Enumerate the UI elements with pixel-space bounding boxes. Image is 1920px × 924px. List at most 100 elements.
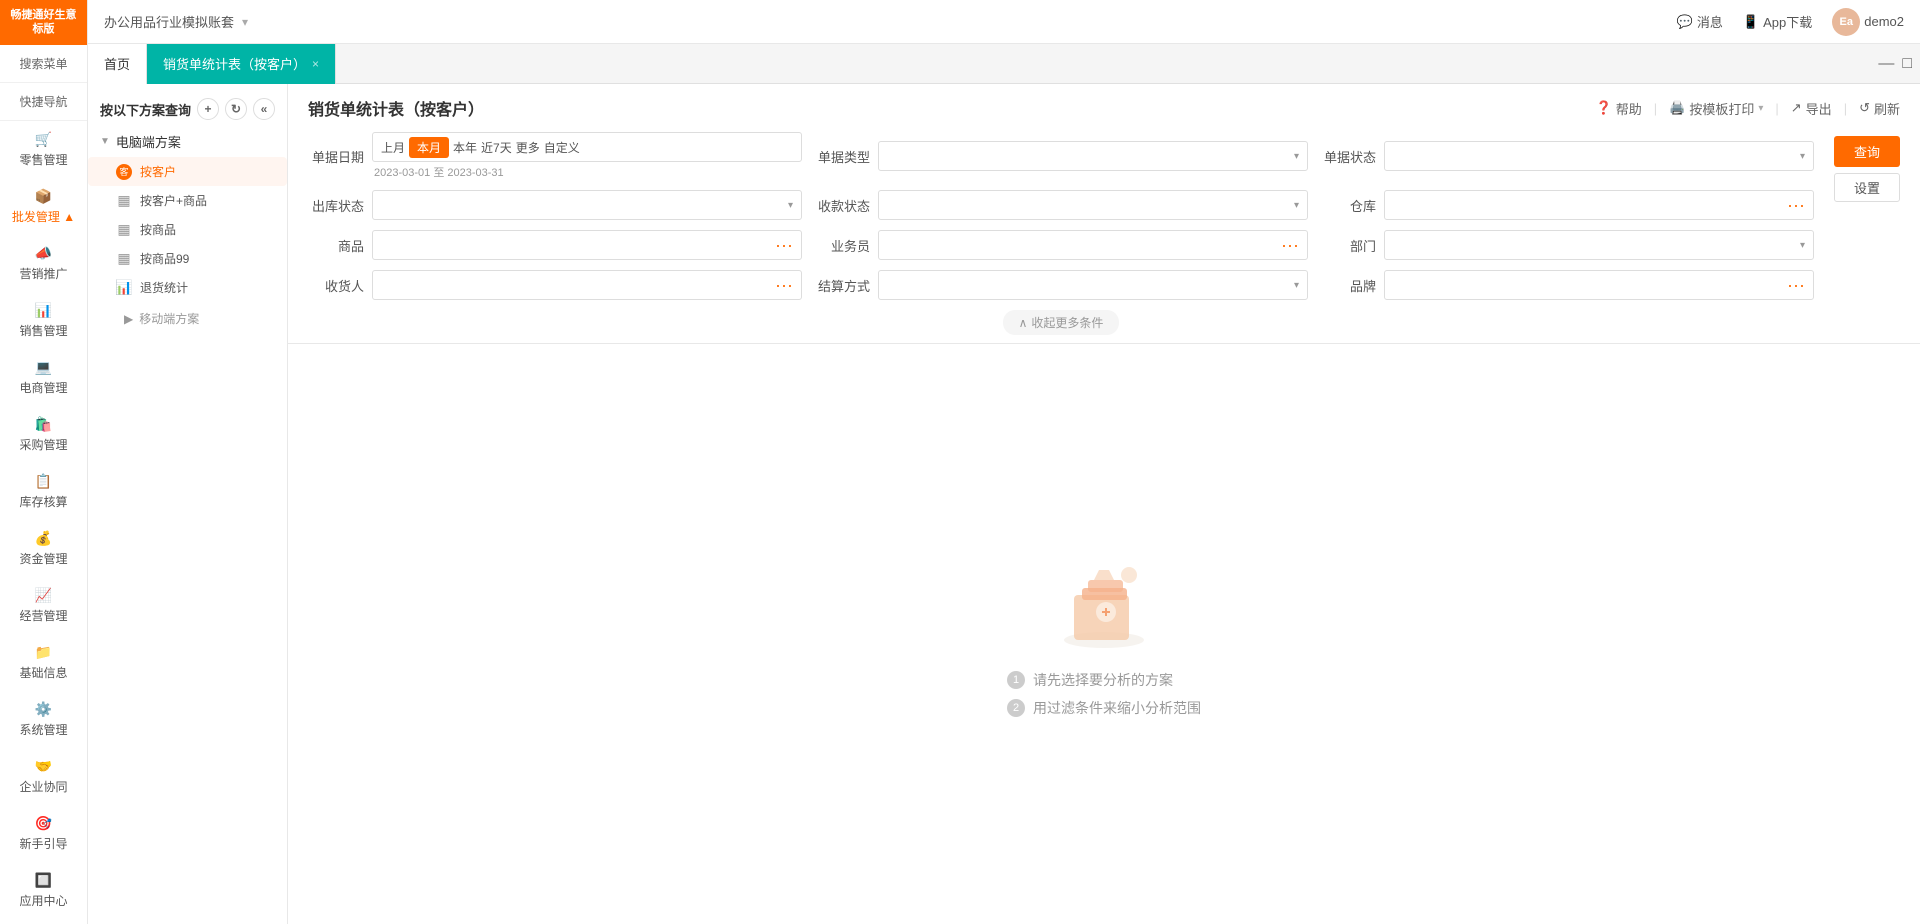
app-download-icon: 📱 xyxy=(1743,14,1759,30)
sidebar-item-operation[interactable]: 📈 经营管理 xyxy=(0,577,87,634)
brand-more-dots[interactable]: ··· xyxy=(1787,276,1805,294)
sidebar-item-wholesale[interactable]: 📦 批发管理 ▲ xyxy=(0,178,87,235)
sidebar-item-inventory[interactable]: 📋 库存核算 xyxy=(0,463,87,520)
tab-home[interactable]: 首页 xyxy=(88,44,147,84)
app-download-btn[interactable]: 📱 App下载 xyxy=(1743,12,1812,31)
scheme-collapse-btn[interactable]: « xyxy=(253,98,275,120)
salesperson-select[interactable]: ··· xyxy=(878,230,1308,260)
settlement-label: 结算方式 xyxy=(814,276,870,295)
logo-text: 畅捷通好生意 标版 xyxy=(6,8,81,37)
scheme-header: 按以下方案查询 + ↻ « xyxy=(88,92,287,126)
scheme-add-btn[interactable]: + xyxy=(197,98,219,120)
scheme-section-desktop-title[interactable]: ▼ 电脑端方案 xyxy=(88,126,287,157)
page-title-row: 销货单统计表（按客户） ❓ 帮助 | 🖨️ 按模板打印 ▾ | xyxy=(308,96,1900,120)
collapse-up-icon: ∧ xyxy=(1019,316,1028,330)
topbar-dropdown[interactable]: ▾ xyxy=(242,15,248,29)
export-btn[interactable]: ↗ 导出 xyxy=(1791,99,1832,118)
doc-status-arrow: ▾ xyxy=(1800,151,1805,162)
scheme-item-goods[interactable]: ▦ 按商品 xyxy=(88,215,287,244)
warehouse-select[interactable]: ··· xyxy=(1384,190,1814,220)
refresh-btn[interactable]: ↺ 刷新 xyxy=(1859,99,1900,118)
quick-nav[interactable]: 快捷导航 xyxy=(0,83,87,121)
recipient-select[interactable]: ··· xyxy=(372,270,802,300)
date-range-text: 2023-03-01 至 2023-03-31 xyxy=(372,164,802,180)
sidebar-item-guide[interactable]: 🎯 新手引导 xyxy=(0,805,87,862)
settlement-select[interactable]: ▾ xyxy=(878,270,1308,300)
help-btn[interactable]: ❓ 帮助 xyxy=(1596,99,1642,118)
tab-maximize-btn[interactable]: □ xyxy=(1902,55,1912,73)
doc-type-select[interactable]: ▾ xyxy=(878,141,1308,171)
date-picker[interactable]: 上月 本月 本年 近7天 更多 自定义 xyxy=(372,132,802,162)
receipt-status-select[interactable]: ▾ xyxy=(878,190,1308,220)
tab-controls: — □ xyxy=(1870,55,1920,73)
salesperson-more-dots[interactable]: ··· xyxy=(1281,236,1299,254)
filter-receipt-status: 收款状态 ▾ xyxy=(814,190,1308,220)
sidebar-item-basic[interactable]: 📁 基础信息 xyxy=(0,634,87,691)
sidebar-item-finance[interactable]: 💰 资金管理 xyxy=(0,520,87,577)
scheme-item-customer-goods[interactable]: ▦ 按客户+商品 xyxy=(88,186,287,215)
empty-hint-2: 2 用过滤条件来缩小分析范围 xyxy=(1007,698,1201,718)
message-btn[interactable]: 💬 消息 xyxy=(1677,12,1723,31)
doc-status-select[interactable]: ▾ xyxy=(1384,141,1814,171)
tab-minimize-btn[interactable]: — xyxy=(1878,55,1894,73)
date-label: 单据日期 xyxy=(308,147,364,166)
collapse-btn[interactable]: ∧ 收起更多条件 xyxy=(1003,310,1120,335)
sidebar-item-collab[interactable]: 🤝 企业协同 xyxy=(0,748,87,805)
print-dropdown-icon: ▾ xyxy=(1758,103,1763,114)
topbar-title: 办公用品行业模拟账套 xyxy=(104,12,234,31)
salesperson-label: 业务员 xyxy=(814,236,870,255)
goods-select[interactable]: ··· xyxy=(372,230,802,260)
brand-select[interactable]: ··· xyxy=(1384,270,1814,300)
receipt-status-label: 收款状态 xyxy=(814,196,870,215)
out-status-arrow: ▾ xyxy=(788,200,793,211)
sidebar-item-sales[interactable]: 📊 销售管理 xyxy=(0,292,87,349)
search-menu[interactable]: 搜索菜单 xyxy=(0,45,87,83)
ecommerce-icon: 💻 xyxy=(35,359,52,376)
filter-salesperson: 业务员 ··· xyxy=(814,230,1308,260)
out-status-select[interactable]: ▾ xyxy=(372,190,802,220)
tab-active[interactable]: 销货单统计表（按客户） × xyxy=(147,44,336,84)
sidebar-item-retail[interactable]: 🛒 零售管理 xyxy=(0,121,87,178)
sidebar-item-ecommerce[interactable]: 💻 电商管理 xyxy=(0,349,87,406)
empty-state: 1 请先选择要分析的方案 2 用过滤条件来缩小分析范围 xyxy=(288,344,1920,924)
customer-icon: 客 xyxy=(116,164,132,180)
query-btn[interactable]: 查询 xyxy=(1834,136,1900,167)
scheme-section-mobile-title[interactable]: ▶ 移动端方案 xyxy=(112,306,287,331)
filter-recipient: 收货人 ··· xyxy=(308,270,802,300)
collab-icon: 🤝 xyxy=(35,758,52,775)
scheme-item-by-customer[interactable]: 客 按客户 xyxy=(88,157,287,186)
department-arrow: ▾ xyxy=(1800,240,1805,251)
doc-type-label: 单据类型 xyxy=(814,147,870,166)
setting-btn[interactable]: 设置 xyxy=(1834,173,1900,202)
message-icon: 💬 xyxy=(1677,14,1693,30)
recipient-more-dots[interactable]: ··· xyxy=(775,276,793,294)
filter-section: 单据日期 上月 本月 本年 近7天 更多 自定义 xyxy=(308,132,1900,343)
scheme-refresh-btn[interactable]: ↻ xyxy=(225,98,247,120)
empty-illustration xyxy=(1044,550,1164,650)
logo[interactable]: 畅捷通好生意 标版 xyxy=(0,0,87,45)
marketing-icon: 📣 xyxy=(35,245,52,262)
tab-close-btn[interactable]: × xyxy=(312,57,319,71)
print-btn[interactable]: 🖨️ 按模板打印 ▾ xyxy=(1669,99,1763,118)
tabs-bar: 首页 销货单统计表（按客户） × — □ xyxy=(88,44,1920,84)
scheme-item-goods99[interactable]: ▦ 按商品99 xyxy=(88,244,287,273)
sidebar-item-purchase[interactable]: 🛍️ 采购管理 xyxy=(0,406,87,463)
guide-icon: 🎯 xyxy=(35,815,52,832)
query-buttons: 查询 设置 xyxy=(1834,136,1900,202)
department-select[interactable]: ▾ xyxy=(1384,230,1814,260)
out-status-label: 出库状态 xyxy=(308,196,364,215)
sidebar-item-system[interactable]: ⚙️ 系统管理 xyxy=(0,691,87,748)
warehouse-more-dots[interactable]: ··· xyxy=(1787,196,1805,214)
sidebar-item-marketing[interactable]: 📣 营销推广 xyxy=(0,235,87,292)
sidebar: 畅捷通好生意 标版 搜索菜单 快捷导航 🛒 零售管理 📦 批发管理 ▲ 📣 营销… xyxy=(0,0,88,924)
scheme-item-return[interactable]: 📊 退货统计 xyxy=(88,273,287,302)
page-actions: ❓ 帮助 | 🖨️ 按模板打印 ▾ | ↗ 导出 xyxy=(1596,99,1900,118)
date-btn-active[interactable]: 本月 xyxy=(409,137,449,158)
sidebar-item-appcenter[interactable]: 🔲 应用中心 xyxy=(0,862,87,919)
filter-settlement: 结算方式 ▾ xyxy=(814,270,1308,300)
sidebar-item-wechat[interactable]: 💬 企业微信 xyxy=(0,919,87,924)
goods-more-dots[interactable]: ··· xyxy=(775,236,793,254)
goods99-icon: ▦ xyxy=(116,251,132,267)
scheme-header-actions: + ↻ « xyxy=(197,98,275,120)
user-info[interactable]: Ea demo2 xyxy=(1832,8,1904,36)
